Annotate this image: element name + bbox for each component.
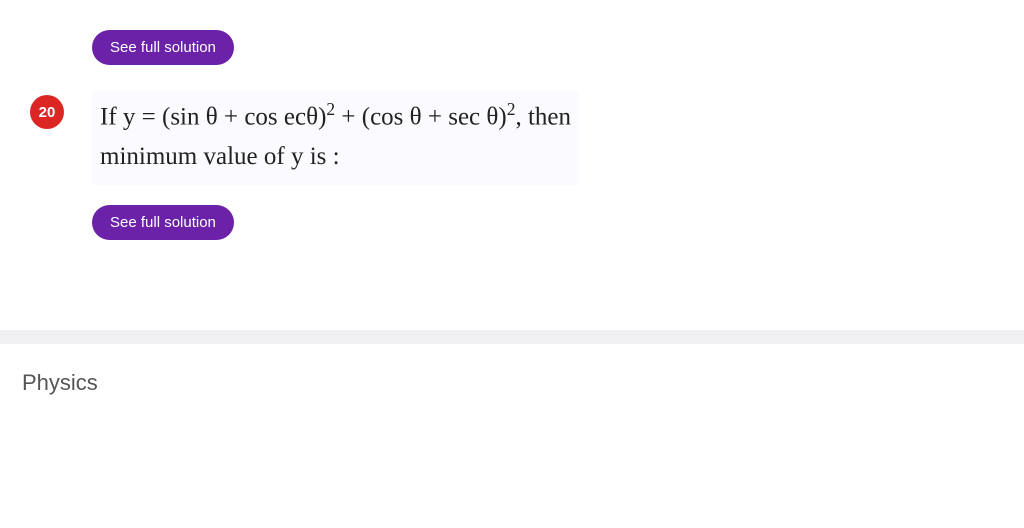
question-mid: + (cos θ + sec θ) [335, 103, 507, 130]
see-full-solution-button-top[interactable]: See full solution [92, 30, 234, 65]
question-body: If y = (sin θ + cos ecθ)2 + (cos θ + sec… [92, 91, 579, 185]
subject-heading: Physics [0, 344, 1024, 396]
question-row: 20 If y = (sin θ + cos ecθ)2 + (cos θ + … [30, 91, 1024, 185]
question-text-line1: If y = (sin θ + cos ecθ)2 + (cos θ + sec… [100, 95, 571, 137]
question-prefix: If y = (sin θ + cos ecθ) [100, 103, 326, 130]
question-text-line2: minimum value of y is : [100, 137, 571, 177]
see-full-solution-button-bottom[interactable]: See full solution [92, 205, 234, 240]
question-number-badge: 20 [30, 95, 64, 129]
section-divider [0, 330, 1024, 344]
question-exponent-1: 2 [326, 99, 335, 119]
question-suffix: , then [515, 103, 571, 130]
